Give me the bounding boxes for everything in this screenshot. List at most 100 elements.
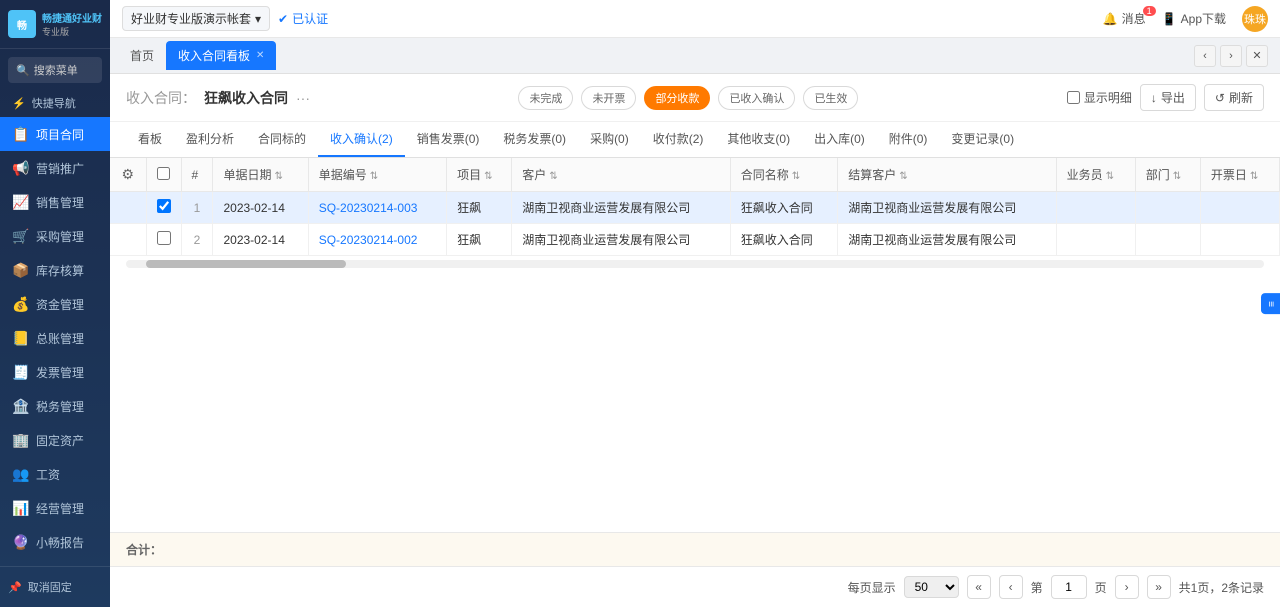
chevron-down-icon: ▾ bbox=[255, 12, 261, 26]
page-size-select[interactable]: 50 10 20 100 bbox=[904, 576, 959, 598]
status-effective-button[interactable]: 已生效 bbox=[803, 86, 858, 110]
sub-tab-税务发票(0)[interactable]: 税务发票(0) bbox=[491, 122, 578, 157]
tab-close-all-button[interactable]: ✕ bbox=[1246, 45, 1268, 67]
table-wrapper[interactable]: ⚙ # 单据日期⇅ 单据编号⇅ 项目⇅ 客户⇅ 合同名称⇅ 结算客户⇅ 业务员⇅… bbox=[110, 158, 1280, 532]
sidebar-item-funds[interactable]: 💰资金管理 bbox=[0, 287, 110, 321]
sidebar-item-report[interactable]: 🔮小畅报告 bbox=[0, 525, 110, 559]
sidebar-item-project[interactable]: 📋项目合同 bbox=[0, 117, 110, 151]
status-partial-payment-button[interactable]: 部分收款 bbox=[644, 86, 710, 110]
sidebar-item-inventory[interactable]: 📦库存核算 bbox=[0, 253, 110, 287]
inventory-icon: 📦 bbox=[12, 261, 30, 279]
row-checkbox[interactable] bbox=[157, 199, 171, 213]
page-header: 收入合同： 狂飙收入合同 ··· 未完成 未开票 部分收款 已收入确认 已生效 … bbox=[110, 74, 1280, 122]
user-profile[interactable]: 珠珠 bbox=[1242, 6, 1268, 32]
sub-tab-盈利分析[interactable]: 盈利分析 bbox=[174, 122, 246, 157]
sidebar-item-basic[interactable]: ⚙基础信息 bbox=[0, 559, 110, 566]
row-order-no-cell[interactable]: SQ-20230214-002 bbox=[308, 224, 446, 256]
download-icon: 📱 bbox=[1162, 12, 1177, 26]
row-project-cell: 狂飙 bbox=[447, 224, 512, 256]
sidebar-item-sales[interactable]: 📈销售管理 bbox=[0, 185, 110, 219]
row-num-cell: 2 bbox=[181, 224, 213, 256]
sidebar-item-invoice[interactable]: 🧾发票管理 bbox=[0, 355, 110, 389]
row-date-cell: 2023-02-14 bbox=[213, 192, 308, 224]
col-order-no-header: 单据编号⇅ bbox=[308, 158, 446, 192]
fixed-icon: 🏢 bbox=[12, 431, 30, 449]
page-number-input[interactable] bbox=[1051, 575, 1087, 599]
order-no-link[interactable]: SQ-20230214-003 bbox=[319, 201, 418, 215]
export-icon: ↓ bbox=[1151, 91, 1157, 105]
status-confirmed-button[interactable]: 已收入确认 bbox=[718, 86, 795, 110]
export-button[interactable]: ↓ 导出 bbox=[1140, 84, 1196, 111]
funds-icon: 💰 bbox=[12, 295, 30, 313]
row-result-customer-cell: 湖南卫视商业运营发展有限公司 bbox=[838, 224, 1056, 256]
tax-icon: 🏦 bbox=[12, 397, 30, 415]
unpin-button[interactable]: 📌 取消固定 bbox=[8, 575, 102, 599]
refresh-button[interactable]: ↺ 刷新 bbox=[1204, 84, 1264, 111]
search-menu-button[interactable]: 🔍 搜索菜单 bbox=[8, 57, 102, 83]
sidebar-item-management[interactable]: 📊经营管理 bbox=[0, 491, 110, 525]
page-first-button[interactable]: « bbox=[967, 575, 991, 599]
row-check-cell[interactable] bbox=[146, 192, 181, 224]
search-icon: 🔍 bbox=[16, 64, 30, 77]
management-icon: 📊 bbox=[12, 499, 30, 517]
col-date-header: 单据日期⇅ bbox=[213, 158, 308, 192]
table-row[interactable]: 1 2023-02-14 SQ-20230214-003 狂飙 湖南卫视商业运营… bbox=[110, 192, 1280, 224]
tab-close-icon[interactable]: ✕ bbox=[256, 50, 264, 61]
row-result-customer-cell: 湖南卫视商业运营发展有限公司 bbox=[838, 192, 1056, 224]
select-all-checkbox[interactable] bbox=[157, 167, 170, 180]
refresh-icon: ↺ bbox=[1215, 91, 1225, 105]
sidebar-item-fixed[interactable]: 🏢固定资产 bbox=[0, 423, 110, 457]
sub-tab-收付款(2)[interactable]: 收付款(2) bbox=[641, 122, 716, 157]
company-selector[interactable]: 好业财专业版演示帐套 ▾ bbox=[122, 6, 270, 31]
sidebar-item-hr[interactable]: 👥工资 bbox=[0, 457, 110, 491]
pin-icon: 📌 bbox=[8, 581, 22, 594]
row-customer-cell: 湖南卫视商业运营发展有限公司 bbox=[512, 192, 730, 224]
sidebar: 畅 畅捷通好业财 专业版 🔍 搜索菜单 ⚡ 快捷导航 📋项目合同📢营销推广📈销售… bbox=[0, 0, 110, 607]
row-check-cell[interactable] bbox=[146, 224, 181, 256]
purchase-icon: 🛒 bbox=[12, 227, 30, 245]
page-last-button[interactable]: » bbox=[1147, 575, 1171, 599]
tab-contract-board[interactable]: 收入合同看板 ✕ bbox=[166, 41, 276, 70]
show-detail-checkbox-label[interactable]: 显示明细 bbox=[1067, 89, 1132, 106]
row-checkbox[interactable] bbox=[157, 231, 171, 245]
page-title-area: 收入合同： 狂飙收入合同 ··· bbox=[126, 88, 310, 108]
page-next-button[interactable]: › bbox=[1115, 575, 1139, 599]
sidebar-item-purchase[interactable]: 🛒采购管理 bbox=[0, 219, 110, 253]
quick-nav-item[interactable]: ⚡ 快捷导航 bbox=[0, 91, 110, 117]
status-uninvoiced-button[interactable]: 未开票 bbox=[581, 86, 636, 110]
tab-prev-button[interactable]: ‹ bbox=[1194, 45, 1216, 67]
more-options-icon[interactable]: ··· bbox=[296, 90, 310, 106]
table-row[interactable]: 2 2023-02-14 SQ-20230214-002 狂飙 湖南卫视商业运营… bbox=[110, 224, 1280, 256]
sidebar-item-marketing[interactable]: 📢营销推广 bbox=[0, 151, 110, 185]
sub-tab-变更记录(0)[interactable]: 变更记录(0) bbox=[939, 122, 1026, 157]
message-badge: 1 bbox=[1143, 6, 1156, 16]
row-order-no-cell[interactable]: SQ-20230214-003 bbox=[308, 192, 446, 224]
app-download-button[interactable]: 📱 App下载 bbox=[1162, 10, 1226, 27]
sub-tab-合同标的[interactable]: 合同标的 bbox=[246, 122, 318, 157]
check-icon: ✔ bbox=[278, 12, 288, 26]
sub-tab-附件(0)[interactable]: 附件(0) bbox=[877, 122, 940, 157]
message-button[interactable]: 🔔 1 消息 bbox=[1103, 10, 1146, 27]
sub-tab-收入确认(2)[interactable]: 收入确认(2) bbox=[318, 122, 405, 157]
table-settings-icon[interactable]: ⚙ bbox=[121, 166, 134, 182]
page-prev-button[interactable]: ‹ bbox=[999, 575, 1023, 599]
tab-next-button[interactable]: › bbox=[1220, 45, 1242, 67]
show-detail-checkbox[interactable] bbox=[1067, 91, 1080, 104]
sub-tab-出入库(0)[interactable]: 出入库(0) bbox=[802, 122, 877, 157]
invoice-icon: 🧾 bbox=[12, 363, 30, 381]
user-avatar: 珠珠 bbox=[1242, 6, 1268, 32]
row-salesperson-cell bbox=[1056, 192, 1135, 224]
sidebar-item-tax[interactable]: 🏦税务管理 bbox=[0, 389, 110, 423]
sub-tab-看板[interactable]: 看板 bbox=[126, 122, 174, 157]
col-check-header bbox=[146, 158, 181, 192]
marketing-icon: 📢 bbox=[12, 159, 30, 177]
order-no-link[interactable]: SQ-20230214-002 bbox=[319, 233, 418, 247]
sub-tab-其他收支(0)[interactable]: 其他收支(0) bbox=[715, 122, 802, 157]
sub-tab-采购(0)[interactable]: 采购(0) bbox=[578, 122, 641, 157]
sub-tab-销售发票(0)[interactable]: 销售发票(0) bbox=[405, 122, 492, 157]
page-header-right: 显示明细 ↓ 导出 ↺ 刷新 bbox=[1067, 84, 1264, 111]
sidebar-item-general[interactable]: 📒总账管理 bbox=[0, 321, 110, 355]
status-incomplete-button[interactable]: 未完成 bbox=[518, 86, 573, 110]
tab-home[interactable]: 首页 bbox=[122, 41, 162, 70]
right-panel-toggle[interactable]: ≡ bbox=[1261, 293, 1280, 315]
